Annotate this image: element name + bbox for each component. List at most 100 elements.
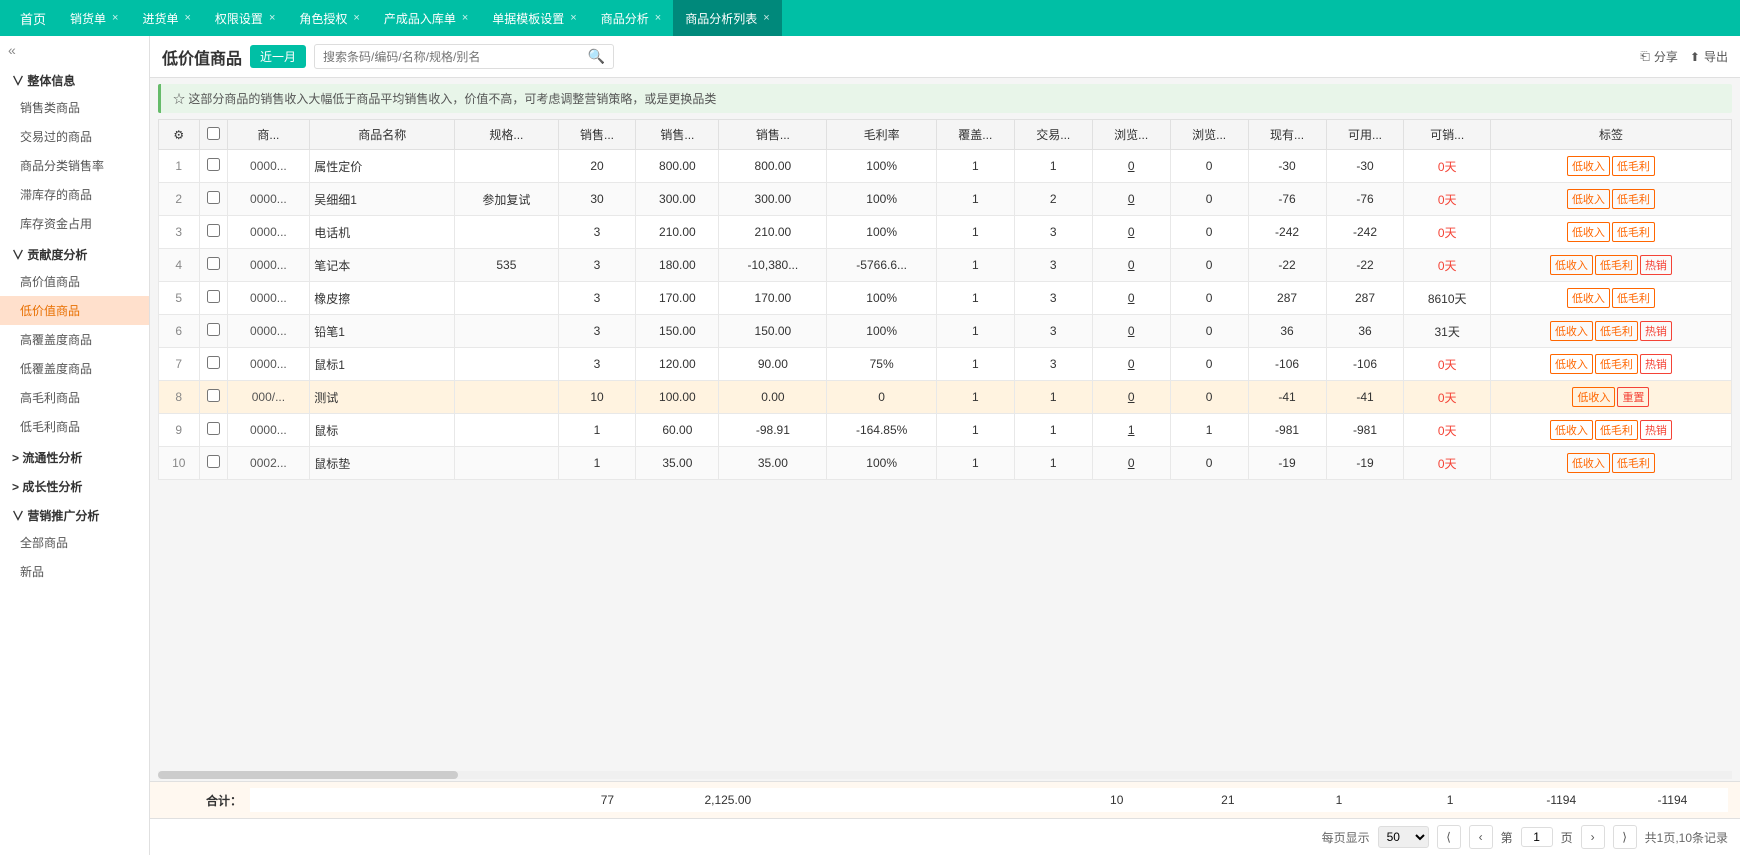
export-button[interactable]: ⬆ 导出 [1690,48,1728,65]
row-checkbox[interactable] [199,216,227,249]
page-number-input[interactable] [1521,827,1553,847]
row-checkbox[interactable] [199,282,227,315]
row-checkbox[interactable] [199,414,227,447]
sidebar-group-marketing[interactable]: ∨ 营销推广分析 [0,499,149,528]
margin-col-header[interactable]: 毛利率 [827,120,936,150]
sidebar-item-slow-inventory[interactable]: 滞库存的商品 [0,180,149,209]
row-browse1[interactable]: 0 [1092,447,1170,480]
browse-link[interactable]: 1 [1128,423,1135,437]
stock-col-header[interactable]: 现有... [1248,120,1326,150]
browse-link[interactable]: 0 [1128,324,1135,338]
settings-icon[interactable]: ⚙ [173,128,184,142]
coverage-col-header[interactable]: 覆盖... [936,120,1014,150]
nav-permission-settings[interactable]: 权限设置 × [203,0,287,36]
row-select-checkbox[interactable] [207,290,220,303]
nav-product-analysis[interactable]: 商品分析 × [589,0,673,36]
next-page-button[interactable]: › [1581,825,1605,849]
nav-home[interactable]: 首页 [8,0,58,36]
sidebar-group-overall[interactable]: ∨ 整体信息 [0,64,149,93]
share-button[interactable]: ⎗ 分享 [1640,48,1678,65]
sidebar-item-low-coverage[interactable]: 低覆盖度商品 [0,354,149,383]
last-page-button[interactable]: ⟩ [1613,825,1637,849]
date-filter-button[interactable]: 近一月 [250,45,306,68]
row-browse1[interactable]: 0 [1092,381,1170,414]
browse2-col-header[interactable]: 浏览... [1170,120,1248,150]
close-purchase-order[interactable]: × [184,12,190,24]
search-icon[interactable]: 🔍 [588,48,605,65]
row-browse1[interactable]: 0 [1092,282,1170,315]
nav-template-settings[interactable]: 单据模板设置 × [480,0,588,36]
row-browse1[interactable]: 1 [1092,414,1170,447]
days-col-header[interactable]: 可销... [1404,120,1490,150]
row-select-checkbox[interactable] [207,257,220,270]
row-select-checkbox[interactable] [207,323,220,336]
row-browse1[interactable]: 0 [1092,348,1170,381]
sidebar-item-traded-products[interactable]: 交易过的商品 [0,122,149,151]
nav-product-analysis-list[interactable]: 商品分析列表 × [673,0,781,36]
sidebar-item-low-margin[interactable]: 低毛利商品 [0,412,149,441]
sidebar-group-contribution[interactable]: ∨ 贡献度分析 [0,238,149,267]
nav-product-warehouse[interactable]: 产成品入库单 × [372,0,480,36]
row-browse1[interactable]: 0 [1092,249,1170,282]
amount-col-header[interactable]: 销售... [636,120,719,150]
sidebar-item-sales-products[interactable]: 销售类商品 [0,93,149,122]
code-col-header[interactable]: 商... [227,120,310,150]
row-checkbox[interactable] [199,348,227,381]
tags-col-header[interactable]: 标签 [1490,120,1731,150]
row-checkbox[interactable] [199,447,227,480]
row-checkbox[interactable] [199,249,227,282]
row-select-checkbox[interactable] [207,356,220,369]
close-role-auth[interactable]: × [353,12,359,24]
name-col-header[interactable]: 商品名称 [310,120,455,150]
browse-link[interactable]: 0 [1128,258,1135,272]
first-page-button[interactable]: ⟨ [1437,825,1461,849]
sidebar-collapse-btn[interactable]: « [4,42,20,58]
sidebar-item-new-products[interactable]: 新品 [0,557,149,586]
close-template[interactable]: × [570,12,576,24]
close-sales-order[interactable]: × [112,12,118,24]
sidebar-group-circulation[interactable]: > 流通性分析 [0,441,149,470]
nav-role-auth[interactable]: 角色授权 × [287,0,371,36]
qty-col-header[interactable]: 销售... [558,120,636,150]
select-all-col-header[interactable] [199,120,227,150]
prev-page-button[interactable]: ‹ [1469,825,1493,849]
search-input[interactable] [323,50,588,64]
row-checkbox[interactable] [199,315,227,348]
row-browse1[interactable]: 0 [1092,183,1170,216]
row-select-checkbox[interactable] [207,158,220,171]
browse-link[interactable]: 0 [1128,291,1135,305]
browse1-col-header[interactable]: 浏览... [1092,120,1170,150]
trade-col-header[interactable]: 交易... [1014,120,1092,150]
spec-col-header[interactable]: 规格... [455,120,558,150]
browse-link[interactable]: 0 [1128,390,1135,404]
row-checkbox[interactable] [199,381,227,414]
footer-scroll[interactable] [158,771,1732,779]
row-browse1[interactable]: 0 [1092,315,1170,348]
nav-purchase-order[interactable]: 进货单 × [130,0,202,36]
row-checkbox[interactable] [199,150,227,183]
close-product-analysis[interactable]: × [655,12,661,24]
page-size-select[interactable]: 50 100 [1378,826,1429,848]
avail-col-header[interactable]: 可用... [1326,120,1404,150]
sidebar-item-high-margin[interactable]: 高毛利商品 [0,383,149,412]
browse-link[interactable]: 0 [1128,225,1135,239]
row-select-checkbox[interactable] [207,422,220,435]
browse-link[interactable]: 0 [1128,357,1135,371]
row-browse1[interactable]: 0 [1092,150,1170,183]
sidebar-item-high-value[interactable]: 高价值商品 [0,267,149,296]
sidebar-item-low-value[interactable]: 低价值商品 [0,296,149,325]
sidebar-item-inventory-capital[interactable]: 库存资金占用 [0,209,149,238]
sidebar-item-all-products[interactable]: 全部商品 [0,528,149,557]
close-product-analysis-list[interactable]: × [763,12,769,24]
row-checkbox[interactable] [199,183,227,216]
close-permission[interactable]: × [269,12,275,24]
row-select-checkbox[interactable] [207,389,220,402]
browse-link[interactable]: 0 [1128,192,1135,206]
sidebar-item-category-sales-rate[interactable]: 商品分类销售率 [0,151,149,180]
nav-sales-order[interactable]: 销货单 × [58,0,130,36]
sidebar-group-growth[interactable]: > 成长性分析 [0,470,149,499]
close-product-warehouse[interactable]: × [462,12,468,24]
row-select-checkbox[interactable] [207,224,220,237]
row-browse1[interactable]: 0 [1092,216,1170,249]
cost-col-header[interactable]: 销售... [719,120,827,150]
